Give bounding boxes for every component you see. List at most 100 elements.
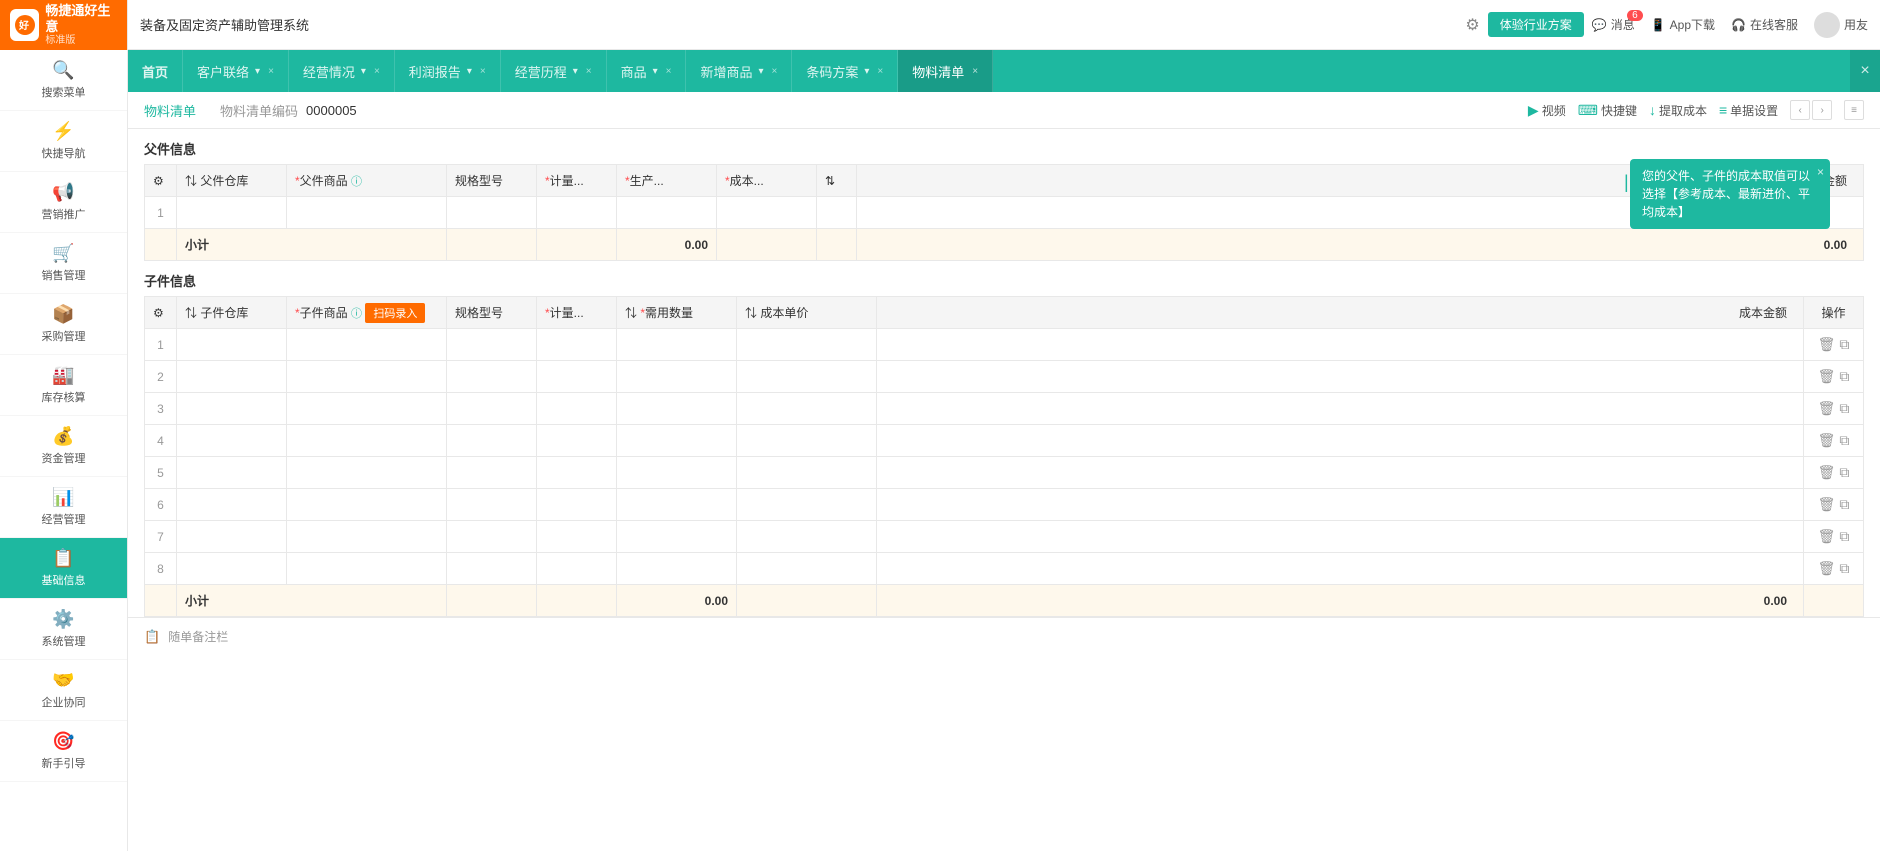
child-spec-1[interactable]	[447, 329, 537, 361]
parent-spec-1[interactable]	[447, 197, 537, 229]
child-unit-cost-5[interactable]	[737, 457, 877, 489]
sidebar-item-sales[interactable]: 🛒 销售管理	[0, 233, 127, 294]
child-qty-7[interactable]	[617, 521, 737, 553]
child-warehouse-8[interactable]	[177, 553, 287, 585]
sidebar-item-inventory[interactable]: 🏭 库存核算	[0, 355, 127, 416]
child-product-8[interactable]	[287, 553, 447, 585]
child-product-5[interactable]	[287, 457, 447, 489]
copy-icon-7[interactable]: ⧉	[1839, 528, 1849, 545]
online-service-button[interactable]: 🎧 在线客服	[1731, 16, 1798, 33]
user-button[interactable]: 用友	[1814, 12, 1868, 38]
child-unit-cost-3[interactable]	[737, 393, 877, 425]
child-spec-5[interactable]	[447, 457, 537, 489]
sidebar-item-quicknav[interactable]: ⚡ 快捷导航	[0, 111, 127, 172]
sidebar-item-guide[interactable]: 🎯 新手引导	[0, 721, 127, 782]
child-qty-5[interactable]	[617, 457, 737, 489]
child-unit-3[interactable]	[537, 393, 617, 425]
child-product-4[interactable]	[287, 425, 447, 457]
delete-icon-6[interactable]: 🗑	[1818, 496, 1836, 513]
child-unit-6[interactable]	[537, 489, 617, 521]
sidebar-item-system[interactable]: ⚙️ 系统管理	[0, 599, 127, 660]
sidebar-item-purchase[interactable]: 📦 采购管理	[0, 294, 127, 355]
parent-warehouse-1[interactable]	[177, 197, 287, 229]
sidebar-item-marketing[interactable]: 📢 营销推广	[0, 172, 127, 233]
close-all-tabs-button[interactable]: ×	[1850, 50, 1880, 92]
tab-bom[interactable]: 物料清单 ×	[898, 50, 993, 92]
child-spec-6[interactable]	[447, 489, 537, 521]
child-qty-6[interactable]	[617, 489, 737, 521]
sidebar-item-basic-info[interactable]: 📋 基础信息	[0, 538, 127, 599]
child-qty-1[interactable]	[617, 329, 737, 361]
settings-icon[interactable]: ⚙	[1465, 15, 1479, 35]
sidebar-item-collab[interactable]: 🤝 企业协同	[0, 660, 127, 721]
delete-icon-3[interactable]: 🗑	[1818, 400, 1836, 417]
copy-icon-3[interactable]: ⧉	[1839, 400, 1849, 417]
prev-button[interactable]: ‹	[1790, 100, 1810, 120]
tab-home[interactable]: 首页	[128, 50, 183, 92]
child-qty-4[interactable]	[617, 425, 737, 457]
view-video-button[interactable]: ▶ 视频	[1528, 102, 1566, 119]
child-warehouse-1[interactable]	[177, 329, 287, 361]
tab-history[interactable]: 经营历程 ▾ ×	[501, 50, 607, 92]
next-button[interactable]: ›	[1812, 100, 1832, 120]
messages-button[interactable]: 💬 消息 6	[1592, 16, 1635, 33]
col-settings-child[interactable]: ⚙	[145, 297, 177, 329]
close-icon-7[interactable]: ×	[877, 66, 883, 77]
child-warehouse-5[interactable]	[177, 457, 287, 489]
child-qty-8[interactable]	[617, 553, 737, 585]
child-unit-1[interactable]	[537, 329, 617, 361]
parent-cost-1[interactable]	[717, 197, 817, 229]
sidebar-item-operations[interactable]: 📊 经营管理	[0, 477, 127, 538]
close-icon-6[interactable]: ×	[772, 66, 778, 77]
child-spec-3[interactable]	[447, 393, 537, 425]
child-qty-3[interactable]	[617, 393, 737, 425]
child-product-6[interactable]	[287, 489, 447, 521]
delete-icon-5[interactable]: 🗑	[1818, 464, 1836, 481]
tab-customer[interactable]: 客户联络 ▾ ×	[183, 50, 289, 92]
parent-product-1[interactable]	[287, 197, 447, 229]
copy-icon-8[interactable]: ⧉	[1839, 560, 1849, 577]
child-spec-4[interactable]	[447, 425, 537, 457]
child-product-7[interactable]	[287, 521, 447, 553]
tab-barcode[interactable]: 条码方案 ▾ ×	[792, 50, 898, 92]
tab-new-product[interactable]: 新增商品 ▾ ×	[686, 50, 792, 92]
child-unit-cost-2[interactable]	[737, 361, 877, 393]
tooltip-close-button[interactable]: ×	[1817, 163, 1824, 181]
child-warehouse-2[interactable]	[177, 361, 287, 393]
tab-profit[interactable]: 利润报告 ▾ ×	[395, 50, 501, 92]
parent-production-1[interactable]	[617, 197, 717, 229]
shortcuts-button[interactable]: ⌨ 快捷键	[1578, 102, 1637, 119]
trial-button[interactable]: 体验行业方案	[1488, 12, 1584, 37]
close-icon-8[interactable]: ×	[972, 66, 978, 77]
close-icon-4[interactable]: ×	[586, 66, 592, 77]
child-qty-2[interactable]	[617, 361, 737, 393]
child-product-1[interactable]	[287, 329, 447, 361]
delete-icon-4[interactable]: 🗑	[1818, 432, 1836, 449]
child-unit-8[interactable]	[537, 553, 617, 585]
child-unit-5[interactable]	[537, 457, 617, 489]
close-icon[interactable]: ×	[268, 66, 274, 77]
scan-input-button[interactable]: 扫码录入	[365, 303, 425, 323]
delete-icon-2[interactable]: 🗑	[1818, 368, 1836, 385]
child-product-2[interactable]	[287, 361, 447, 393]
parent-unit-1[interactable]	[537, 197, 617, 229]
copy-icon-4[interactable]: ⧉	[1839, 432, 1849, 449]
close-icon-2[interactable]: ×	[374, 66, 380, 77]
app-download-button[interactable]: 📱 App下载	[1651, 16, 1715, 33]
close-icon-5[interactable]: ×	[666, 66, 672, 77]
child-spec-8[interactable]	[447, 553, 537, 585]
child-warehouse-3[interactable]	[177, 393, 287, 425]
tab-operations[interactable]: 经营情况 ▾ ×	[289, 50, 395, 92]
child-warehouse-7[interactable]	[177, 521, 287, 553]
child-unit-2[interactable]	[537, 361, 617, 393]
child-unit-cost-7[interactable]	[737, 521, 877, 553]
grid-view-button[interactable]: ≡	[1844, 100, 1864, 120]
child-warehouse-4[interactable]	[177, 425, 287, 457]
breadcrumb-bom[interactable]: 物料清单	[144, 101, 196, 120]
child-warehouse-6[interactable]	[177, 489, 287, 521]
sidebar-item-finance[interactable]: 💰 资金管理	[0, 416, 127, 477]
child-spec-2[interactable]	[447, 361, 537, 393]
extract-cost-button[interactable]: ↓ 提取成本	[1649, 102, 1707, 119]
delete-icon-1[interactable]: 🗑	[1818, 336, 1836, 353]
child-product-3[interactable]	[287, 393, 447, 425]
